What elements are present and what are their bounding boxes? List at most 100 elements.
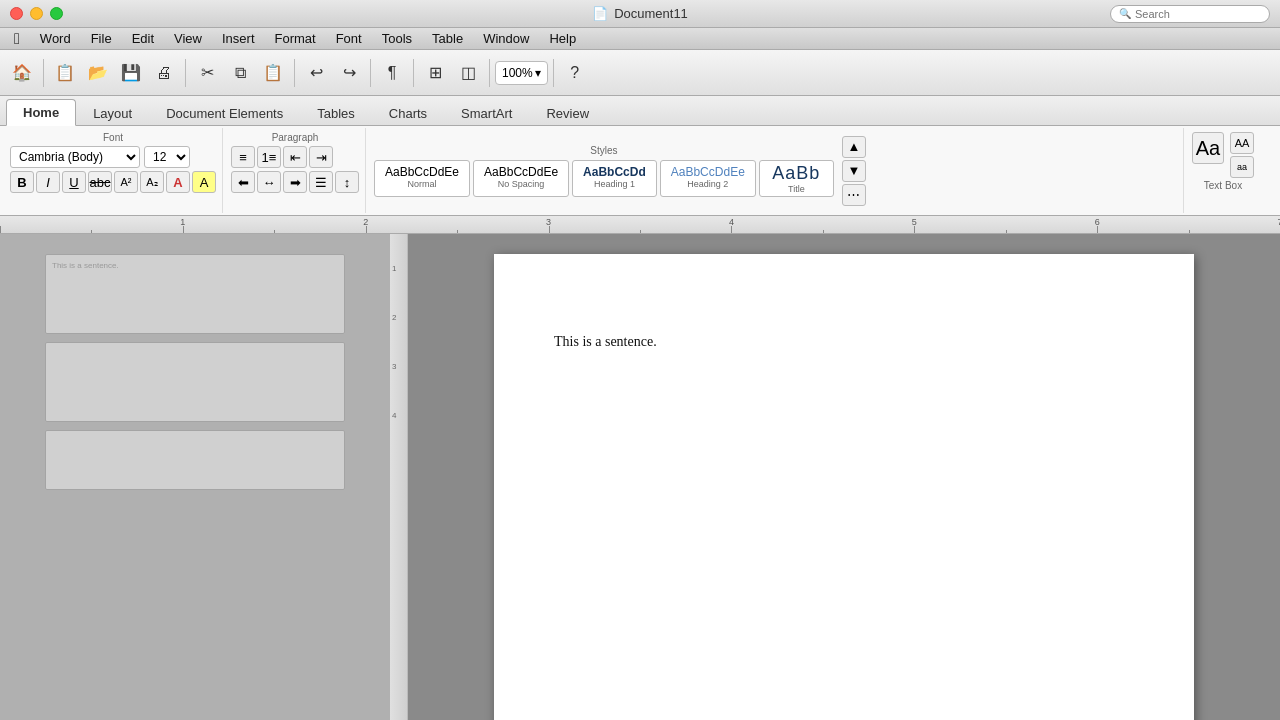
document-content: This is a sentence. — [554, 334, 1134, 350]
sidebar-toggle[interactable]: ◫ — [452, 57, 484, 89]
main-area: This is a sentence. 1 2 3 4 This is a se… — [0, 234, 1280, 720]
change-styles-button[interactable]: Aa — [1192, 132, 1224, 164]
open-button[interactable]: 📂 — [82, 57, 114, 89]
view-toggle[interactable]: ⊞ — [419, 57, 451, 89]
textbox-label: Text Box — [1204, 180, 1242, 191]
font-color-button[interactable]: A — [166, 171, 190, 193]
vruler-4: 4 — [392, 411, 407, 420]
new-button[interactable]: 📋 — [49, 57, 81, 89]
undo-button[interactable]: ↩ — [300, 57, 332, 89]
doc-icon: 📄 — [592, 6, 608, 21]
document-page: This is a sentence. — [494, 254, 1194, 720]
tab-smartart[interactable]: SmartArt — [444, 100, 529, 126]
print-button[interactable]: 🖨 — [148, 57, 180, 89]
textbox-icon-row: Aa AA aa — [1192, 132, 1254, 178]
superscript-button[interactable]: A² — [114, 171, 138, 193]
line-spacing-button[interactable]: ↕ — [335, 171, 359, 193]
tab-charts[interactable]: Charts — [372, 100, 444, 126]
menu-table[interactable]: Table — [424, 30, 471, 47]
search-input[interactable] — [1135, 8, 1265, 20]
italic-button[interactable]: I — [36, 171, 60, 193]
font-family-select[interactable]: Cambria (Body) — [10, 146, 140, 168]
cut-button[interactable]: ✂ — [191, 57, 223, 89]
style-title[interactable]: AaBb Title — [759, 160, 834, 197]
home-button[interactable]: 🏠 — [6, 57, 38, 89]
font-size-select[interactable]: 12 10 11 14 16 18 24 — [144, 146, 190, 168]
tab-layout[interactable]: Layout — [76, 100, 149, 126]
textbox-inner: Aa AA aa Text Box — [1192, 132, 1254, 191]
styles-more-button[interactable]: ⋯ — [842, 184, 866, 206]
numbered-list-button[interactable]: 1≡ — [257, 146, 281, 168]
maximize-button[interactable] — [50, 7, 63, 20]
styles-down-button[interactable]: ▼ — [842, 160, 866, 182]
style-no-spacing[interactable]: AaBbCcDdEe No Spacing — [473, 160, 569, 197]
toolbar: 🏠 📋 📂 💾 🖨 ✂ ⧉ 📋 ↩ ↪ ¶ ⊞ ◫ 100% ▾ ? — [0, 50, 1280, 96]
strikethrough-button[interactable]: abc — [88, 171, 112, 193]
toolbar-separator-1 — [43, 59, 44, 87]
menu-view[interactable]: View — [166, 30, 210, 47]
bullet-list-button[interactable]: ≡ — [231, 146, 255, 168]
nav-buttons: 🏠 — [6, 57, 38, 89]
subscript-button[interactable]: A₂ — [140, 171, 164, 193]
menu-file[interactable]: File — [83, 30, 120, 47]
ruler-label-4: 2 — [363, 217, 368, 227]
ruler-label-10: 5 — [912, 217, 917, 227]
styles-section: Styles AaBbCcDdEe Normal AaBbCcDdEe No S… — [368, 128, 1184, 213]
vruler-3: 3 — [392, 362, 407, 371]
redo-button[interactable]: ↪ — [333, 57, 365, 89]
thumbnail-page-3 — [45, 430, 345, 490]
menu-help[interactable]: Help — [541, 30, 584, 47]
styles-up-button[interactable]: ▲ — [842, 136, 866, 158]
copy-button[interactable]: ⧉ — [224, 57, 256, 89]
toolbar-separator-7 — [553, 59, 554, 87]
search-bar[interactable]: 🔍 — [1110, 5, 1270, 23]
highlight-button[interactable]: A — [192, 171, 216, 193]
ruler-canvas: 1234567 — [0, 216, 1280, 234]
justify-button[interactable]: ☰ — [309, 171, 333, 193]
underline-button[interactable]: U — [62, 171, 86, 193]
tab-home[interactable]: Home — [6, 99, 76, 126]
menu-edit[interactable]: Edit — [124, 30, 162, 47]
menu-format[interactable]: Format — [267, 30, 324, 47]
tab-document-elements[interactable]: Document Elements — [149, 100, 300, 126]
title-text: Document11 — [614, 6, 688, 21]
window-controls[interactable] — [0, 7, 63, 20]
align-center-button[interactable]: ↔ — [257, 171, 281, 193]
menu-insert[interactable]: Insert — [214, 30, 263, 47]
style-normal-preview: AaBbCcDdEe — [385, 165, 459, 179]
close-button[interactable] — [10, 7, 23, 20]
style-heading2[interactable]: AaBbCcDdEe Heading 2 — [660, 160, 756, 197]
tab-review[interactable]: Review — [529, 100, 606, 126]
tab-tables[interactable]: Tables — [300, 100, 372, 126]
menu-font[interactable]: Font — [328, 30, 370, 47]
style-heading1[interactable]: AaBbCcDd Heading 1 — [572, 160, 657, 197]
format-marks-button[interactable]: ¶ — [376, 57, 408, 89]
document-area[interactable]: This is a sentence. — [408, 234, 1280, 720]
horizontal-ruler: 1234567 — [0, 216, 1280, 234]
indent-decrease-button[interactable]: ⇤ — [283, 146, 307, 168]
zoom-control[interactable]: 100% ▾ — [495, 61, 548, 85]
aa-caps-button[interactable]: AA — [1230, 132, 1254, 154]
style-normal[interactable]: AaBbCcDdEe Normal — [374, 160, 470, 197]
style-title-preview: AaBb — [770, 163, 823, 184]
aa-small-button[interactable]: aa — [1230, 156, 1254, 178]
help-button[interactable]: ? — [559, 57, 591, 89]
menu-word[interactable]: Word — [32, 30, 79, 47]
toolbar-separator-4 — [370, 59, 371, 87]
align-left-button[interactable]: ⬅ — [231, 171, 255, 193]
save-button[interactable]: 💾 — [115, 57, 147, 89]
vertical-ruler-marks: 1 2 3 4 — [390, 234, 407, 420]
paste-button[interactable]: 📋 — [257, 57, 289, 89]
menu-window[interactable]: Window — [475, 30, 537, 47]
view-buttons: ⊞ ◫ — [419, 57, 484, 89]
minimize-button[interactable] — [30, 7, 43, 20]
thumbnail-text: This is a sentence. — [46, 255, 344, 276]
menu-bar:  Word File Edit View Insert Format Font… — [0, 28, 1280, 50]
apple-menu[interactable]:  — [6, 29, 28, 49]
menu-tools[interactable]: Tools — [374, 30, 420, 47]
style-items: AaBbCcDdEe Normal AaBbCcDdEe No Spacing … — [374, 160, 834, 197]
bold-button[interactable]: B — [10, 171, 34, 193]
paragraph-section: Paragraph ≡ 1≡ ⇤ ⇥ ⬅ ↔ ➡ ☰ ↕ — [225, 128, 366, 213]
align-right-button[interactable]: ➡ — [283, 171, 307, 193]
indent-increase-button[interactable]: ⇥ — [309, 146, 333, 168]
